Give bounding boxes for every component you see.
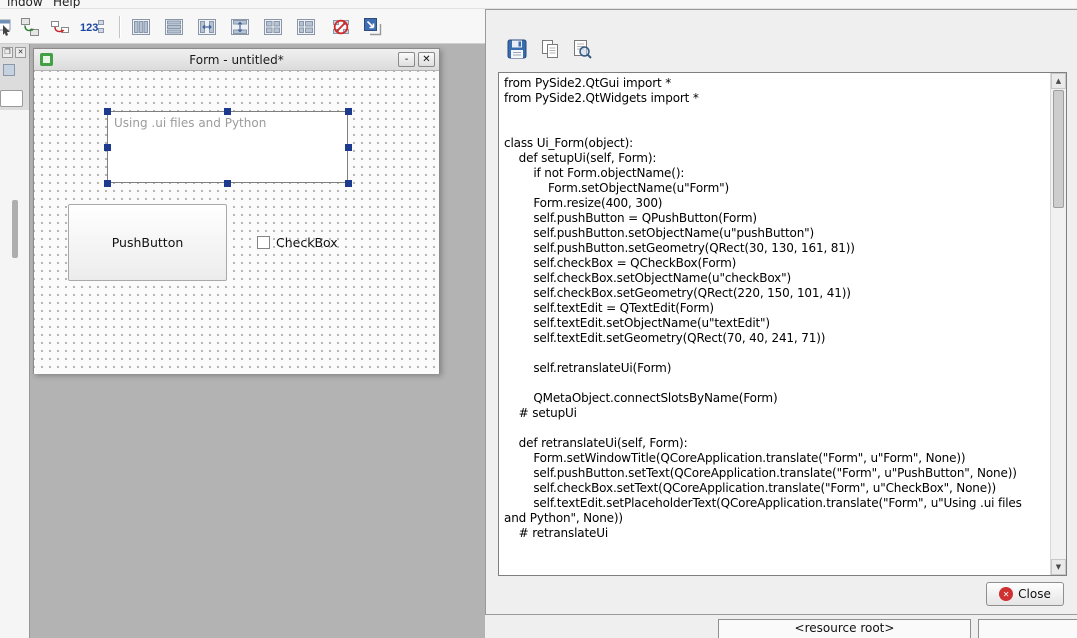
main-toolbar: 123 [0,9,485,44]
edit-tab-order-icon[interactable]: 123 [77,14,107,40]
widgetbox-panel-icon [3,64,15,76]
resource-side-panel [978,619,1077,638]
scroll-up-icon[interactable]: ▲ [1051,73,1066,89]
code-view[interactable]: from PySide2.QtGui import * from PySide2… [498,72,1067,576]
vertical-scrollbar[interactable]: ▲ ▼ [1050,73,1066,575]
resource-root-item[interactable]: <resource root> [795,621,895,635]
selection-handle-w[interactable] [104,144,111,151]
copy-icon[interactable] [537,36,563,62]
dock-restore-icon[interactable]: ❐ [2,47,13,58]
edit-signals-slots-icon[interactable] [17,14,43,40]
form-window-icon [40,53,53,69]
close-dialog-button[interactable]: ✕ Close [986,582,1064,606]
edit-widgets-icon[interactable] [0,14,17,40]
checkbox-widget[interactable]: CheckBox [257,235,338,250]
menu-bar: indow Help [0,0,1077,9]
resource-tree[interactable]: <resource root> [718,619,971,638]
close-circle-icon: ✕ [999,587,1013,601]
break-layout-icon[interactable] [328,14,354,40]
textedit-placeholder: Using .ui files and Python [108,112,347,134]
close-button-label: Close [1018,587,1051,601]
textedit-widget[interactable]: Using .ui files and Python [107,111,348,183]
selection-handle-n[interactable] [224,108,231,115]
minimize-icon[interactable]: - [398,52,415,67]
form-canvas[interactable]: Using .ui files and Python PushButton Ch… [34,71,439,374]
layout-form-icon[interactable] [293,14,319,40]
layout-grid-icon[interactable] [260,14,286,40]
widgetbox-scrollbar-thumb[interactable] [12,200,18,258]
find-icon[interactable] [569,36,595,62]
toolbar-separator [119,16,121,38]
widgetbox-filter-input[interactable] [0,90,23,107]
layout-horizontal-icon[interactable] [128,14,154,40]
selection-handle-s[interactable] [224,180,231,187]
scroll-down-icon[interactable]: ▼ [1051,559,1066,575]
code-preview-dialog: from PySide2.QtGui import * from PySide2… [485,9,1077,615]
edit-buddies-icon[interactable] [47,14,73,40]
menu-help[interactable]: Help [53,0,80,9]
widgetbox-list [0,110,29,638]
layout-vertical-icon[interactable] [161,14,187,40]
menu-window[interactable]: indow [7,0,43,9]
scrollbar-thumb[interactable] [1053,90,1064,208]
layout-splitter-horizontal-icon[interactable] [194,14,220,40]
selection-handle-e[interactable] [345,144,352,151]
checkbox-label: CheckBox [276,235,338,250]
pushbutton-widget[interactable]: PushButton [68,204,227,281]
selection-handle-sw[interactable] [104,180,111,187]
form-designer-window: Form - untitled* - ✕ Using .ui files and… [33,48,440,374]
form-window-title: Form - untitled* [189,53,283,67]
selection-handle-nw[interactable] [104,108,111,115]
code-text: from PySide2.QtGui import * from PySide2… [499,73,1049,575]
selection-handle-ne[interactable] [345,108,352,115]
resource-browser-panel: <resource root> [485,615,1077,638]
close-icon[interactable]: ✕ [418,52,435,67]
adjust-size-icon[interactable] [360,14,386,40]
dock-close-icon[interactable]: ✕ [15,47,26,58]
svg-text:123: 123 [80,22,98,34]
checkbox-box[interactable] [257,236,270,249]
layout-splitter-vertical-icon[interactable] [227,14,253,40]
form-window-titlebar[interactable]: Form - untitled* - ✕ [34,49,439,71]
left-dock-panel: ❐ ✕ [0,44,30,638]
save-icon[interactable] [504,36,530,62]
selection-handle-se[interactable] [345,180,352,187]
